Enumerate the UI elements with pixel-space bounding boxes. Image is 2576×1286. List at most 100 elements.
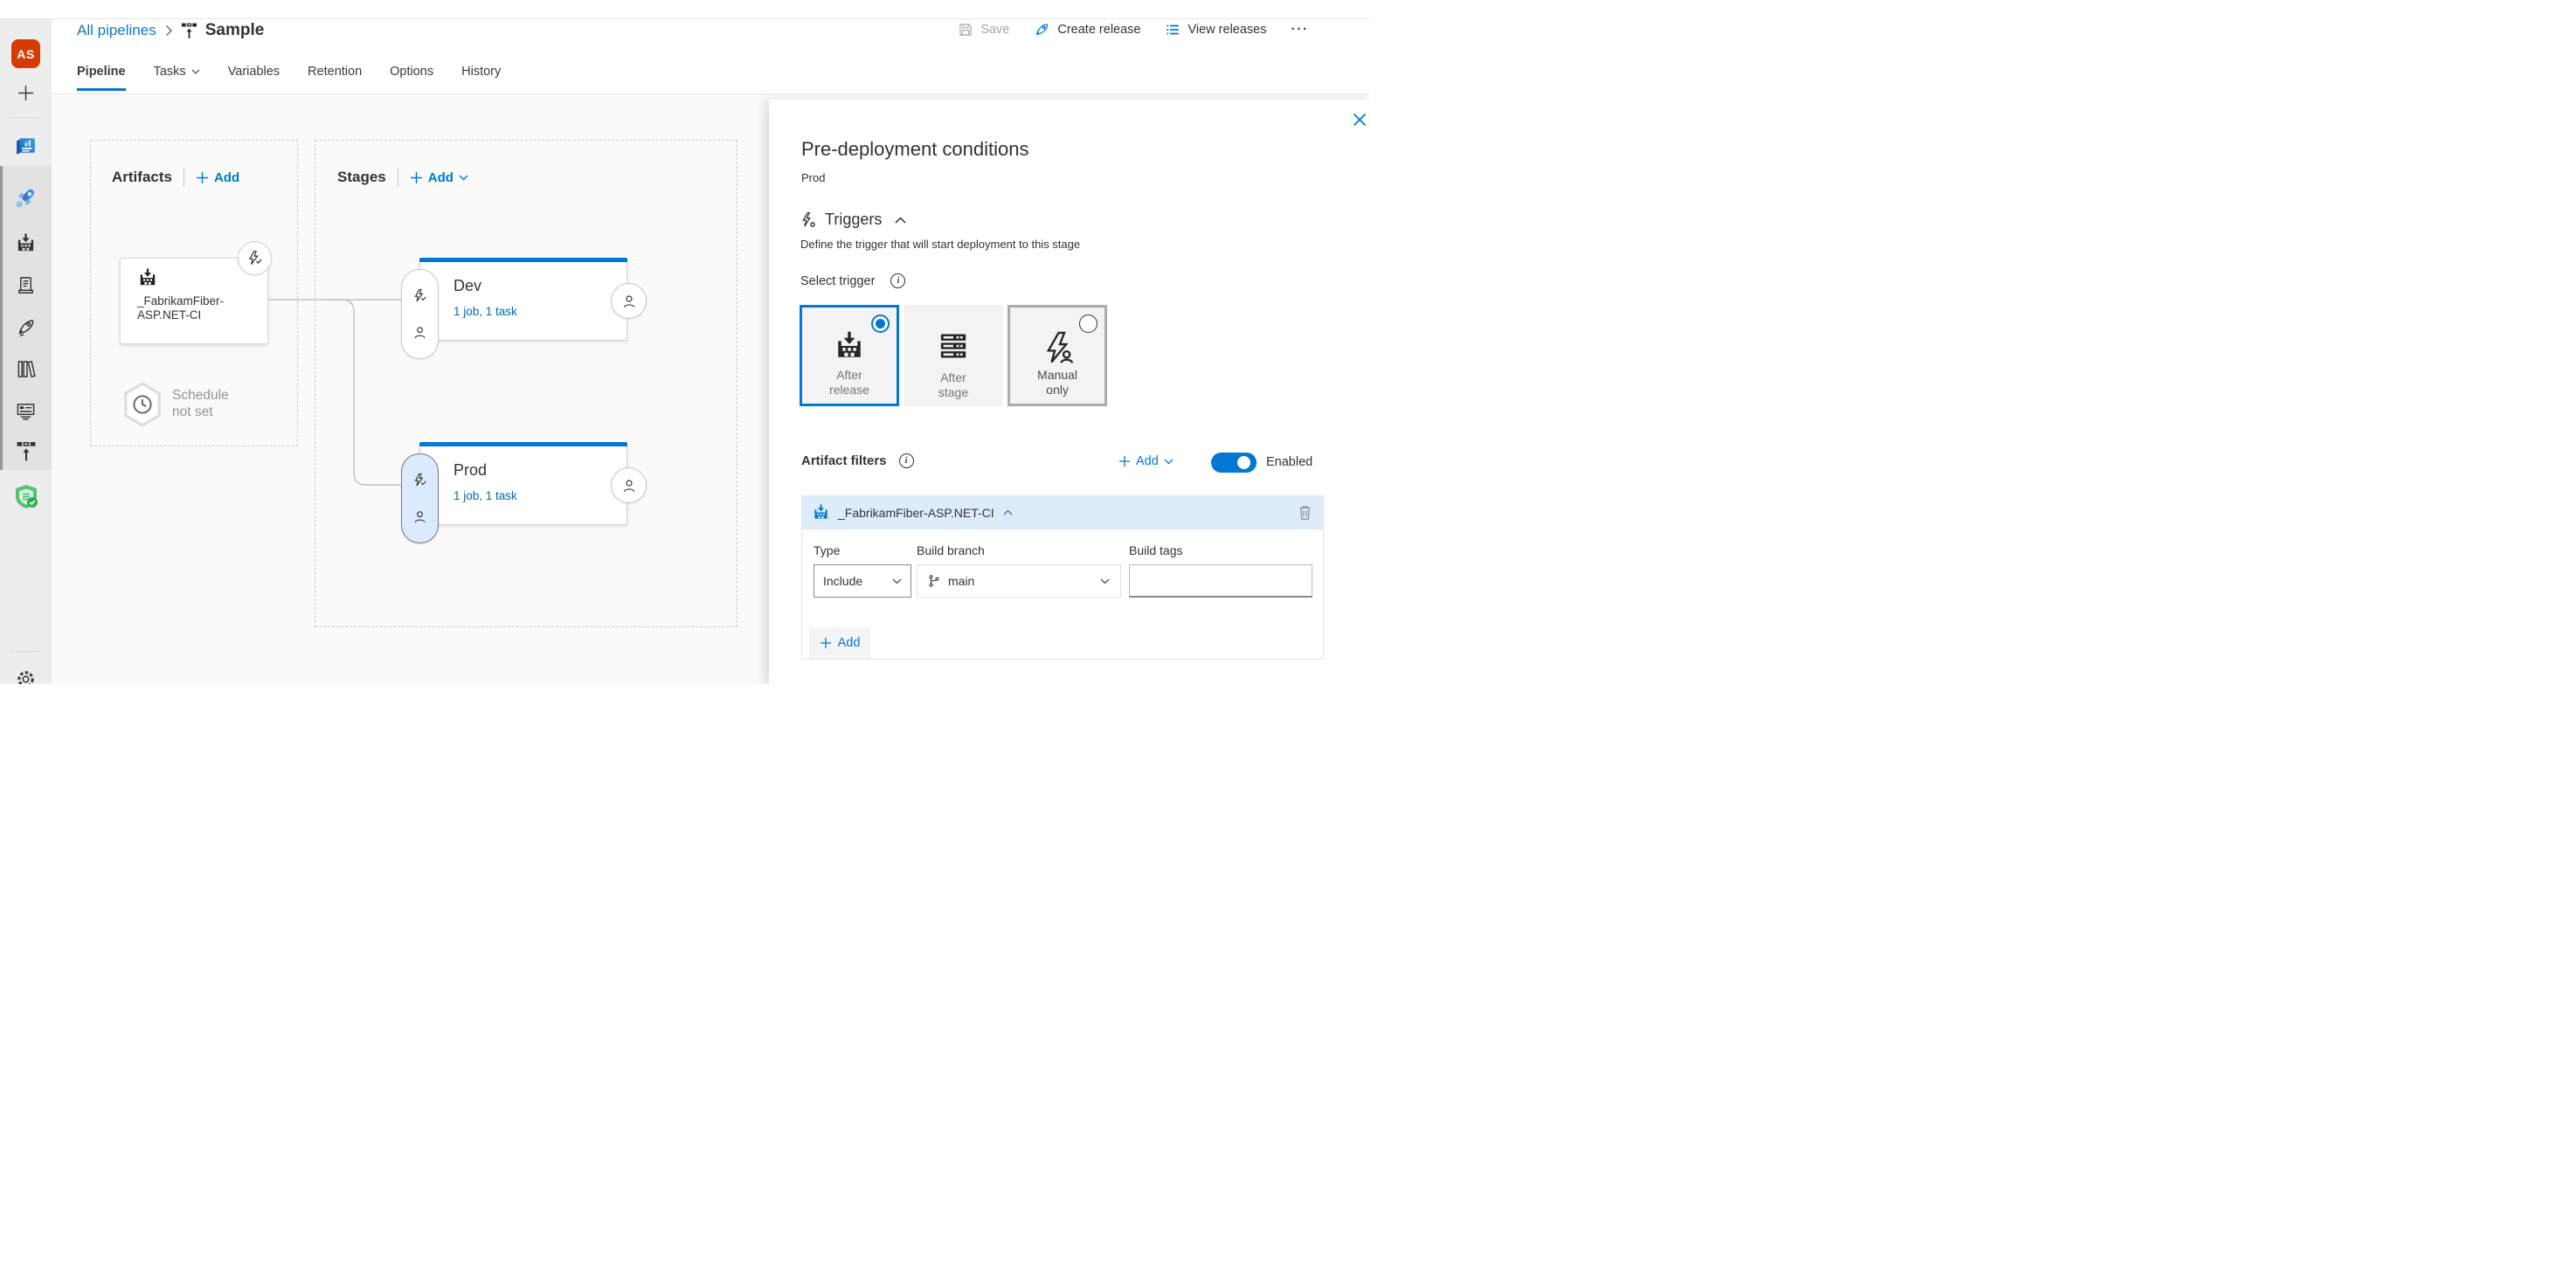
tab-history[interactable]: History <box>461 65 501 91</box>
type-select[interactable]: Include <box>814 564 911 598</box>
build-icon <box>813 504 829 521</box>
build-tags-input[interactable] <box>1129 564 1312 598</box>
sidebar-item-settings[interactable] <box>0 669 52 684</box>
release-pipeline-editor: AS All pipelines Sample Save Create rele… <box>0 0 1370 684</box>
breadcrumb-all-pipelines-link[interactable]: All pipelines <box>77 22 156 39</box>
panel-title: Pre-deployment conditions <box>801 138 1029 160</box>
sidebar-item-overview[interactable] <box>0 134 52 157</box>
artifact-filter-row-header[interactable]: _FabrikamFiber-ASP.NET-CI <box>802 495 1323 529</box>
add-artifact-filter-button[interactable]: Add <box>1118 454 1174 468</box>
lightning-check-icon <box>412 288 427 303</box>
schedule-hexagon-clock-icon <box>124 382 161 427</box>
sidebar-item-library[interactable] <box>0 359 52 379</box>
artifact-filters-toggle[interactable] <box>1211 453 1257 473</box>
chevron-up-icon[interactable] <box>1003 509 1013 515</box>
add-artifact-button[interactable]: Add <box>196 170 239 185</box>
build-branch-select[interactable]: main <box>917 564 1121 598</box>
more-icon: ··· <box>1291 22 1309 37</box>
trigger-option-label: After stage <box>938 370 969 399</box>
chevron-down-icon <box>191 69 200 74</box>
triggers-section-header[interactable]: Triggers <box>800 211 906 229</box>
sidebar-item-releases[interactable] <box>0 275 52 295</box>
save-button[interactable]: Save <box>958 22 1009 38</box>
prod-post-deployment-conditions-button[interactable] <box>611 467 647 503</box>
rocket-outline-icon <box>16 316 37 337</box>
more-actions-button[interactable]: ··· <box>1291 23 1310 37</box>
select-trigger-label: Select trigger <box>800 273 876 288</box>
overview-icon <box>14 134 38 157</box>
plus-icon <box>410 171 423 184</box>
artifact-filter-card: _FabrikamFiber-ASP.NET-CI Type Build bra… <box>801 495 1324 660</box>
chevron-down-icon <box>892 578 902 584</box>
trigger-option-after-release[interactable]: After release <box>800 305 899 406</box>
chevron-down-icon <box>459 175 468 181</box>
artifacts-title: Artifacts <box>112 169 172 185</box>
tab-tasks[interactable]: Tasks <box>154 65 200 91</box>
plus-icon <box>196 171 209 184</box>
info-icon[interactable]: i <box>898 453 914 468</box>
trigger-option-label: Manual only <box>1037 368 1077 397</box>
sidebar-item-builds[interactable] <box>0 233 52 253</box>
person-icon <box>412 509 427 524</box>
type-label: Type <box>814 543 841 557</box>
tab-retention[interactable]: Retention <box>308 65 362 91</box>
after-stage-servers-icon <box>904 331 1003 361</box>
artifact-cd-trigger-badge[interactable] <box>238 241 272 275</box>
release-pipeline-icon <box>181 23 197 40</box>
filter-artifact-name: _FabrikamFiber-ASP.NET-CI <box>838 505 994 520</box>
sidebar-item-pipelines[interactable] <box>0 186 52 210</box>
after-release-build-icon <box>802 331 897 361</box>
green-shield-icon <box>13 483 39 509</box>
select-trigger-row: Select trigger i <box>800 273 906 288</box>
sidebar-item-release-pipelines[interactable] <box>0 316 52 337</box>
sidebar-divider <box>10 117 39 118</box>
release-box-icon <box>16 275 36 295</box>
add-project-button[interactable] <box>0 84 52 102</box>
stage-tasks-link[interactable]: 1 job, 1 task <box>454 489 517 502</box>
schedule-trigger[interactable] <box>122 382 163 427</box>
dev-post-deployment-conditions-button[interactable] <box>611 283 647 319</box>
trigger-option-after-stage[interactable]: After stage <box>904 305 1003 406</box>
sidebar-item-deployment-groups[interactable] <box>0 442 52 462</box>
prod-pre-deployment-conditions-button[interactable] <box>401 453 439 543</box>
chevron-down-icon <box>1100 578 1110 584</box>
stage-card-prod[interactable]: Prod 1 job, 1 task <box>419 442 627 525</box>
sidebar-item-task-groups[interactable] <box>0 401 52 421</box>
stages-header: Stages Add <box>337 168 468 187</box>
artifacts-section: Artifacts Add _FabrikamFiber-ASP.NET-CI <box>90 140 298 446</box>
library-icon <box>16 359 36 379</box>
tab-pipeline[interactable]: Pipeline <box>77 65 126 91</box>
artifact-filters-header: Artifact filters i <box>801 453 914 468</box>
dev-pre-deployment-conditions-button[interactable] <box>401 269 439 359</box>
org-avatar[interactable]: AS <box>11 39 40 68</box>
close-icon <box>1353 113 1367 127</box>
tab-options[interactable]: Options <box>390 65 433 91</box>
save-icon <box>958 22 973 38</box>
add-stage-button[interactable]: Add <box>410 170 468 185</box>
view-releases-button[interactable]: View releases <box>1165 22 1267 38</box>
gear-icon <box>16 669 36 684</box>
trigger-option-manual-only[interactable]: Manual only <box>1008 305 1107 406</box>
close-panel-button[interactable] <box>1347 107 1370 132</box>
tab-variables[interactable]: Variables <box>228 65 280 91</box>
add-stage-label: Add <box>427 169 454 185</box>
chevron-right-icon <box>165 24 173 37</box>
delete-filter-button[interactable] <box>1298 504 1312 521</box>
top-strip <box>0 0 1370 19</box>
triggers-heading: Triggers <box>825 211 883 228</box>
command-bar: Save Create release View releases ··· <box>958 21 1309 38</box>
add-artifact-label: Add <box>213 169 240 185</box>
create-release-label: Create release <box>1057 22 1141 37</box>
person-icon <box>412 325 427 340</box>
radio-selected-icon[interactable] <box>871 315 890 333</box>
sidebar-item-security-extension[interactable] <box>0 483 52 509</box>
stage-card-dev[interactable]: Dev 1 job, 1 task <box>419 258 627 341</box>
add-filter-row-button[interactable]: Add <box>809 627 870 659</box>
stage-tasks-link[interactable]: 1 job, 1 task <box>454 305 517 318</box>
toggle-knob <box>1237 456 1250 469</box>
create-release-button[interactable]: Create release <box>1034 21 1140 38</box>
info-icon[interactable]: i <box>890 273 906 288</box>
lightning-check-icon <box>246 250 263 266</box>
pre-deployment-conditions-panel: Pre-deployment conditions Prod Triggers … <box>769 100 1370 684</box>
schedule-label: Schedule not set <box>172 388 229 419</box>
